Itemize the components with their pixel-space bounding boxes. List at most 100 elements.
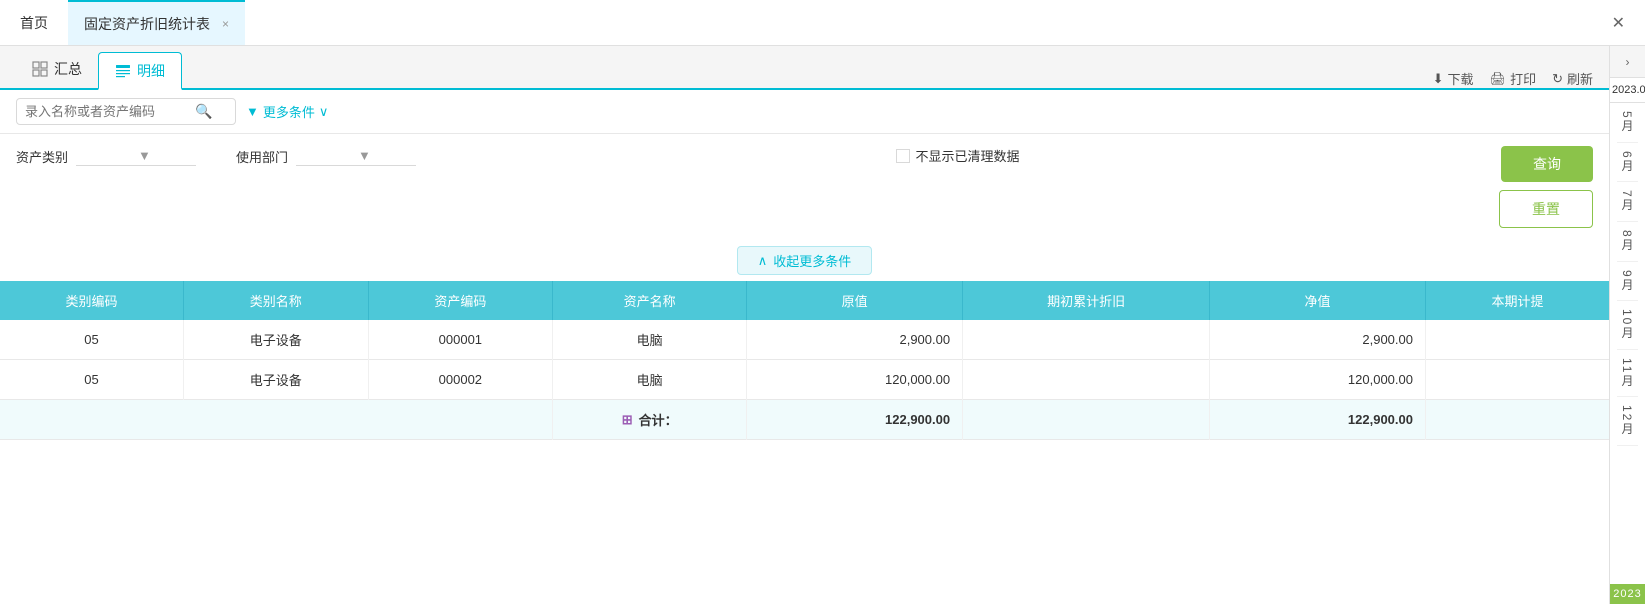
data-table: 类别编码 类别名称 资产编码 资产名称 原值 期初累计折旧 净值 本期计提 05…	[0, 281, 1609, 440]
tabs-bar: 汇总 明细 ⬇ 下载	[0, 46, 1609, 90]
th-asset-code: 资产编码	[368, 281, 553, 320]
tab-summary[interactable]: 汇总	[16, 50, 98, 88]
table-total-row: ⊞ 合计： 122,900.00 122,900.00	[0, 400, 1609, 440]
tab-close-btn[interactable]: ×	[222, 17, 229, 31]
download-icon: ⬇	[1433, 71, 1444, 87]
top-nav: 首页 固定资产折旧统计表 × ✕	[0, 0, 1645, 46]
reset-btn[interactable]: 重置	[1499, 190, 1593, 228]
search-bar: 🔍 ▼ 更多条件 ∨	[0, 90, 1609, 134]
tab-title: 固定资产折旧统计表	[84, 14, 210, 34]
table-header-row: 类别编码 类别名称 资产编码 资产名称 原值 期初累计折旧 净值 本期计提	[0, 281, 1609, 320]
collapse-bar: ∧ 收起更多条件	[0, 240, 1609, 281]
hide-cleared-checkbox[interactable]	[896, 149, 910, 163]
total-net-val: 122,900.00	[1210, 400, 1426, 440]
download-label: 下载	[1448, 69, 1474, 88]
sidebar-month-item[interactable]: 10月	[1617, 301, 1638, 349]
collapse-btn[interactable]: ∧ 收起更多条件	[737, 246, 873, 275]
td-curr-dep-0	[1425, 320, 1609, 360]
summary-icon	[32, 61, 48, 77]
sidebar-month-item[interactable]: 11月	[1617, 350, 1638, 397]
td-accum-dep-0	[963, 320, 1210, 360]
sidebar-months-container: 5月6月7月8月9月10月11月12月	[1617, 103, 1638, 446]
print-btn[interactable]: 🖨 打印	[1490, 69, 1537, 88]
more-conditions-label: 更多条件	[263, 102, 315, 121]
sidebar-year-badge[interactable]: 2023	[1610, 584, 1645, 604]
total-orig-val: 122,900.00	[747, 400, 963, 440]
search-input-wrap: 🔍	[16, 98, 236, 125]
total-label-cell	[0, 400, 553, 440]
refresh-btn[interactable]: ↻ 刷新	[1552, 69, 1593, 88]
right-sidebar: › 2023.01 5月6月7月8月9月10月11月12月 2023	[1609, 46, 1645, 604]
td-cat-name-1: 电子设备	[183, 360, 368, 400]
th-asset-name: 资产名称	[553, 281, 747, 320]
search-icon[interactable]: 🔍	[195, 103, 212, 120]
nav-home[interactable]: 首页	[0, 0, 68, 45]
nav-tab-active[interactable]: 固定资产折旧统计表 ×	[68, 0, 245, 45]
td-accum-dep-1	[963, 360, 1210, 400]
sidebar-month-item[interactable]: 6月	[1617, 143, 1638, 183]
refresh-label: 刷新	[1567, 69, 1593, 88]
hide-cleared-label: 不显示已清理数据	[916, 146, 1020, 165]
asset-category-arrow: ▼	[138, 148, 192, 163]
collapse-icon: ∧	[758, 253, 768, 269]
download-btn[interactable]: ⬇ 下载	[1433, 69, 1474, 88]
left-panel: 汇总 明细 ⬇ 下载	[0, 46, 1609, 604]
asset-category-label: 资产类别	[16, 147, 68, 166]
td-cat-code-0: 05	[0, 320, 183, 360]
sidebar-month-item[interactable]: 9月	[1617, 262, 1638, 302]
more-conditions-btn[interactable]: ▼ 更多条件 ∨	[246, 102, 328, 121]
tab-detail-label: 明细	[137, 61, 165, 81]
td-asset-code-0: 000001	[368, 320, 553, 360]
collapse-label: 收起更多条件	[773, 251, 851, 270]
th-category-code: 类别编码	[0, 281, 183, 320]
filter-icon: ▼	[246, 104, 259, 119]
th-accumulated-depreciation: 期初累计折旧	[963, 281, 1210, 320]
total-icon: ⊞	[622, 412, 633, 428]
btn-area: 查询 重置	[1499, 146, 1593, 228]
total-label: ⊞ 合计：	[553, 400, 747, 440]
department-label: 使用部门	[236, 147, 288, 166]
department-group: 使用部门 ▼	[236, 146, 416, 166]
asset-category-group: 资产类别 ▼	[16, 146, 196, 166]
tab-detail[interactable]: 明细	[98, 52, 182, 90]
table-row: 05 电子设备 000002 电脑 120,000.00 120,000.00	[0, 360, 1609, 400]
tab-summary-label: 汇总	[54, 59, 82, 79]
department-select[interactable]: ▼	[296, 146, 416, 166]
refresh-icon: ↻	[1552, 71, 1563, 87]
td-net-val-0: 2,900.00	[1210, 320, 1426, 360]
asset-category-select[interactable]: ▼	[76, 146, 196, 166]
sidebar-date[interactable]: 2023.01	[1610, 78, 1645, 103]
table-row: 05 电子设备 000001 电脑 2,900.00 2,900.00	[0, 320, 1609, 360]
td-curr-dep-1	[1425, 360, 1609, 400]
department-arrow: ▼	[358, 148, 412, 163]
query-btn[interactable]: 查询	[1501, 146, 1593, 182]
sidebar-month-item[interactable]: 12月	[1617, 397, 1638, 445]
th-current-depreciation: 本期计提	[1425, 281, 1609, 320]
th-original-value: 原值	[747, 281, 963, 320]
sidebar-expand-btn[interactable]: ›	[1610, 46, 1645, 78]
sidebar-month-item[interactable]: 5月	[1617, 103, 1638, 143]
main-content: 汇总 明细 ⬇ 下载	[0, 46, 1645, 604]
detail-icon	[115, 63, 131, 79]
td-asset-name-0: 电脑	[553, 320, 747, 360]
window-close-btn[interactable]: ✕	[1592, 13, 1645, 33]
hide-cleared-group: 不显示已清理数据	[896, 146, 1020, 165]
td-cat-code-1: 05	[0, 360, 183, 400]
total-accum-dep	[963, 400, 1210, 440]
td-asset-code-1: 000002	[368, 360, 553, 400]
total-text: 合计：	[639, 410, 678, 429]
sidebar-month-item[interactable]: 8月	[1617, 222, 1638, 262]
print-icon: 🖨	[1490, 71, 1507, 87]
sidebar-month-item[interactable]: 7月	[1617, 182, 1638, 222]
th-category-name: 类别名称	[183, 281, 368, 320]
td-cat-name-0: 电子设备	[183, 320, 368, 360]
td-orig-val-1: 120,000.00	[747, 360, 963, 400]
table-wrap: 类别编码 类别名称 资产编码 资产名称 原值 期初累计折旧 净值 本期计提 05…	[0, 281, 1609, 604]
td-orig-val-0: 2,900.00	[747, 320, 963, 360]
td-net-val-1: 120,000.00	[1210, 360, 1426, 400]
td-asset-name-1: 电脑	[553, 360, 747, 400]
search-input[interactable]	[25, 104, 195, 119]
print-label: 打印	[1510, 69, 1536, 88]
chevron-down-icon: ∨	[319, 104, 329, 120]
total-curr-dep	[1425, 400, 1609, 440]
